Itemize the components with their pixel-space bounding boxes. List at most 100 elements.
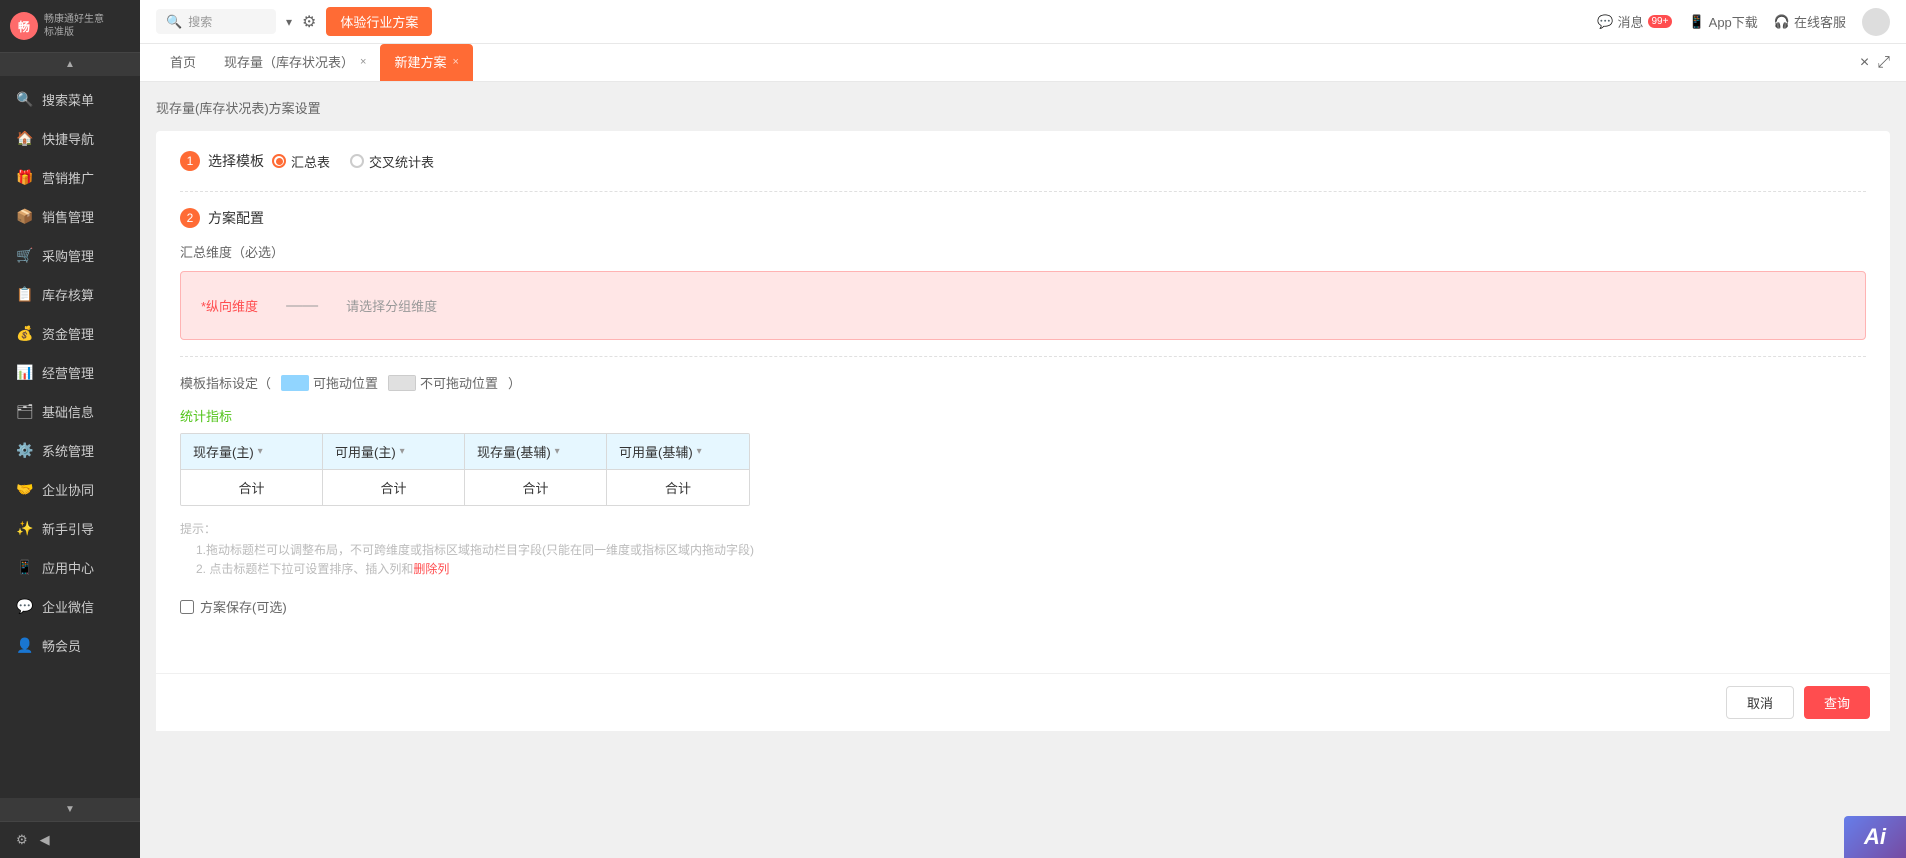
tab-new-plan[interactable]: 新建方案 × bbox=[380, 44, 472, 81]
tip-1: 1.拖动标题栏可以调整布局，不可跨维度或指标区域拖动栏目字段(只能在同一维度或指… bbox=[180, 541, 1866, 558]
vertical-dim-placeholder: 请选择分组维度 bbox=[346, 296, 437, 315]
vertical-dim-required: *纵向维度 bbox=[201, 296, 258, 315]
save-option-label: 方案保存(可选) bbox=[200, 597, 287, 616]
step1-title: 选择模板 bbox=[208, 151, 264, 171]
step2-number: 2 bbox=[180, 208, 200, 228]
cancel-button[interactable]: 取消 bbox=[1726, 686, 1794, 719]
topbar-dropdown-icon[interactable]: ▾ bbox=[286, 15, 292, 29]
step1-section: 1 选择模板 汇总表 交叉统计表 bbox=[180, 151, 1866, 171]
sidebar: 畅 畅康通好生意 标准版 ▲ 🔍 搜索菜单 🏠 快捷导航 🎁 营销推广 📦 销售… bbox=[0, 0, 140, 858]
settings-card: 1 选择模板 汇总表 交叉统计表 bbox=[156, 131, 1890, 731]
tab-inventory-close[interactable]: × bbox=[360, 56, 366, 68]
tab-inventory-status[interactable]: 现存量（库存状况表） × bbox=[210, 44, 380, 81]
cooperation-icon: 🤝 bbox=[16, 481, 34, 499]
col1-chevron-icon: ▾ bbox=[258, 446, 263, 457]
tab-new-plan-close[interactable]: × bbox=[452, 56, 458, 68]
stats-col-1-header[interactable]: 现存量(主) ▾ bbox=[181, 434, 323, 469]
purchase-icon: 🛒 bbox=[16, 247, 34, 265]
ai-badge[interactable]: Ai bbox=[1844, 816, 1906, 858]
logo-text: 畅康通好生意 标准版 bbox=[44, 13, 104, 39]
stats-col-2-header[interactable]: 可用量(主) ▾ bbox=[323, 434, 465, 469]
sidebar-item-search[interactable]: 🔍 搜索菜单 bbox=[0, 80, 140, 119]
stats-col-4-header[interactable]: 可用量(基辅) ▾ bbox=[607, 434, 749, 469]
main-area: 🔍 搜索 ▾ ⚙ 体验行业方案 💬 消息 99+ 📱 App下载 🎧 在线客服 bbox=[140, 0, 1906, 858]
nodrag-indicator: 不可拖动位置 bbox=[388, 373, 498, 392]
step2-title: 方案配置 bbox=[208, 208, 264, 228]
query-button[interactable]: 查询 bbox=[1804, 686, 1870, 719]
inventory-icon: 📋 bbox=[16, 286, 34, 304]
sidebar-scroll-up[interactable]: ▲ bbox=[0, 56, 140, 73]
tip2-highlight: 删除列 bbox=[413, 562, 449, 576]
step2-divider bbox=[180, 356, 1866, 357]
col4-chevron-icon: ▾ bbox=[697, 446, 702, 457]
drag-indicator: 可拖动位置 bbox=[281, 373, 378, 392]
topbar-search-placeholder: 搜索 bbox=[188, 13, 212, 30]
footer-bar: 取消 查询 bbox=[156, 673, 1890, 731]
stats-cell-2: 合计 bbox=[323, 470, 465, 505]
topbar: 🔍 搜索 ▾ ⚙ 体验行业方案 💬 消息 99+ 📱 App下载 🎧 在线客服 bbox=[140, 0, 1906, 44]
sidebar-item-app-center[interactable]: 📱 应用中心 bbox=[0, 548, 140, 587]
topbar-search-box[interactable]: 🔍 搜索 bbox=[156, 9, 276, 34]
step-divider-1 bbox=[180, 191, 1866, 192]
system-icon: ⚙️ bbox=[16, 442, 34, 460]
radio-cross[interactable]: 交叉统计表 bbox=[350, 152, 434, 171]
operations-icon: 📊 bbox=[16, 364, 34, 382]
tab-window-close[interactable]: × bbox=[1860, 54, 1869, 72]
sidebar-nav: 🔍 搜索菜单 🏠 快捷导航 🎁 营销推广 📦 销售管理 🛒 采购管理 📋 库存核… bbox=[0, 76, 140, 798]
user-avatar[interactable] bbox=[1862, 8, 1890, 36]
tabs-actions: × ⤢ bbox=[1860, 54, 1890, 72]
step1-number: 1 bbox=[180, 151, 200, 171]
stats-body-row: 合计 合计 合计 合计 bbox=[181, 469, 749, 505]
step1-header: 1 选择模板 汇总表 交叉统计表 bbox=[180, 151, 1866, 171]
topbar-gear-icon[interactable]: ⚙ bbox=[302, 12, 316, 32]
app-download-button[interactable]: 📱 App下载 bbox=[1688, 12, 1757, 31]
trial-button[interactable]: 体验行业方案 bbox=[326, 7, 432, 36]
radio-summary[interactable]: 汇总表 bbox=[272, 152, 330, 171]
settings-icon[interactable]: ⚙ bbox=[16, 832, 28, 848]
save-checkbox[interactable] bbox=[180, 600, 194, 614]
basic-info-icon: 🗂 bbox=[16, 403, 34, 421]
tab-home[interactable]: 首页 bbox=[156, 44, 210, 81]
sidebar-item-marketing[interactable]: 🎁 营销推广 bbox=[0, 158, 140, 197]
sidebar-item-wechat[interactable]: 💬 企业微信 bbox=[0, 587, 140, 626]
tab-maximize[interactable]: ⤢ bbox=[1877, 54, 1890, 72]
messages-button[interactable]: 💬 消息 99+ bbox=[1597, 12, 1672, 31]
step2-section: 2 方案配置 汇总维度（必选） *纵向维度 —— 请选择分组维度 模板指标设定（ bbox=[180, 208, 1866, 577]
col3-chevron-icon: ▾ bbox=[555, 446, 560, 457]
sidebar-item-member[interactable]: 👤 畅会员 bbox=[0, 626, 140, 665]
indicator-settings-label: 模板指标设定（ 可拖动位置 不可拖动位置 ） bbox=[180, 373, 1866, 392]
stats-col-3-header[interactable]: 现存量(基辅) ▾ bbox=[465, 434, 607, 469]
message-icon: 💬 bbox=[1597, 14, 1613, 30]
sidebar-item-cooperation[interactable]: 🤝 企业协同 bbox=[0, 470, 140, 509]
sidebar-item-operations[interactable]: 📊 经营管理 bbox=[0, 353, 140, 392]
sidebar-item-sales[interactable]: 📦 销售管理 bbox=[0, 197, 140, 236]
stats-cell-1: 合计 bbox=[181, 470, 323, 505]
messages-badge: 99+ bbox=[1648, 15, 1673, 28]
sales-icon: 📦 bbox=[16, 208, 34, 226]
topbar-right: 💬 消息 99+ 📱 App下载 🎧 在线客服 bbox=[1597, 8, 1890, 36]
tabs-bar: 首页 现存量（库存状况表） × 新建方案 × × ⤢ bbox=[140, 44, 1906, 82]
radio-summary-dot bbox=[276, 158, 283, 165]
guide-icon: ✨ bbox=[16, 520, 34, 538]
sidebar-item-inventory[interactable]: 📋 库存核算 bbox=[0, 275, 140, 314]
drag-block-icon bbox=[281, 375, 309, 391]
dimension-box[interactable]: *纵向维度 —— 请选择分组维度 bbox=[180, 271, 1866, 340]
sidebar-item-basic-info[interactable]: 🗂 基础信息 bbox=[0, 392, 140, 431]
stats-table: 现存量(主) ▾ 可用量(主) ▾ 现存量(基辅) ▾ bbox=[180, 433, 750, 506]
sidebar-item-system[interactable]: ⚙️ 系统管理 bbox=[0, 431, 140, 470]
sidebar-item-purchase[interactable]: 🛒 采购管理 bbox=[0, 236, 140, 275]
template-radio-group: 汇总表 交叉统计表 bbox=[272, 152, 434, 171]
col2-chevron-icon: ▾ bbox=[400, 446, 405, 457]
member-icon: 👤 bbox=[16, 637, 34, 655]
sidebar-item-quick-nav[interactable]: 🏠 快捷导航 bbox=[0, 119, 140, 158]
online-service-button[interactable]: 🎧 在线客服 bbox=[1774, 12, 1846, 31]
gift-icon: 🎁 bbox=[16, 169, 34, 187]
summary-dimension-label: 汇总维度（必选） bbox=[180, 242, 1866, 261]
service-icon: 🎧 bbox=[1774, 14, 1790, 30]
sidebar-item-guide[interactable]: ✨ 新手引导 bbox=[0, 509, 140, 548]
home-icon: 🏠 bbox=[16, 130, 34, 148]
collapse-icon[interactable]: ◀ bbox=[40, 832, 50, 848]
stats-cell-3: 合计 bbox=[465, 470, 607, 505]
sidebar-item-finance[interactable]: 💰 资金管理 bbox=[0, 314, 140, 353]
sidebar-scroll-down[interactable]: ▼ bbox=[0, 801, 140, 818]
